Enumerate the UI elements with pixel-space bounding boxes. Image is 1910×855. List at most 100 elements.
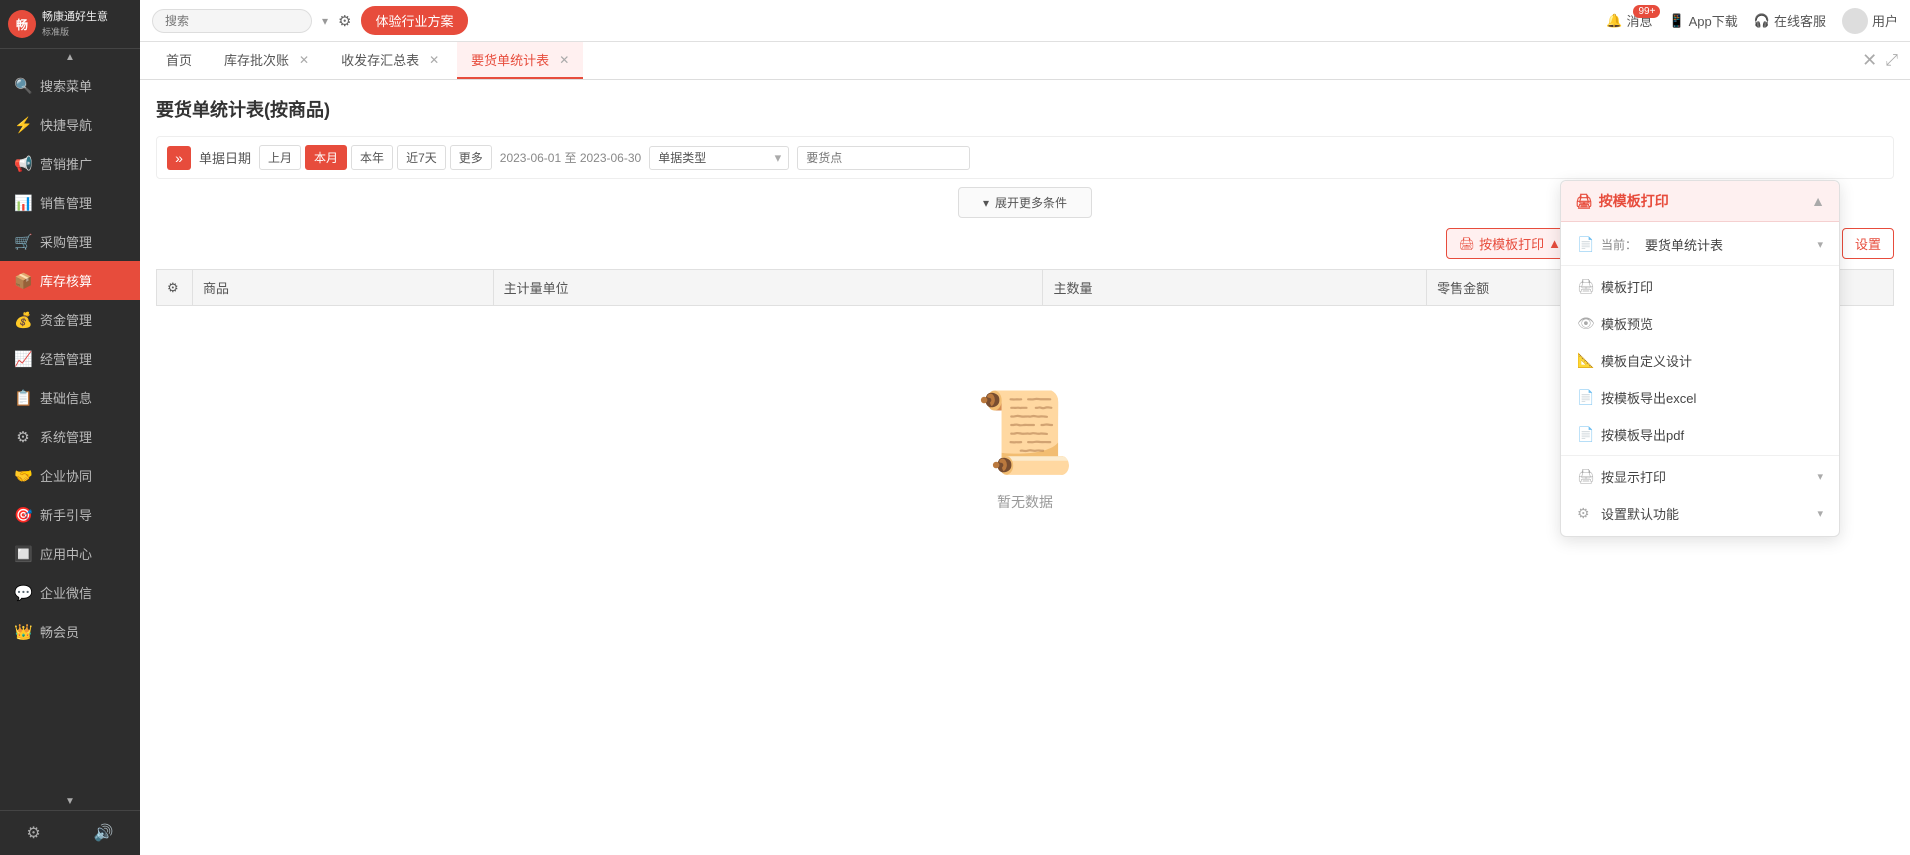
header-dropdown-arrow[interactable]: ▾ (322, 14, 328, 28)
app-download-item[interactable]: 📱 App下载 (1668, 11, 1737, 30)
sidebar-item-operation[interactable]: 📈经营管理 (0, 339, 140, 378)
scroll-down-arrow[interactable]: ▼ (0, 793, 140, 810)
template-print-item[interactable]: 🖨 模板打印 (1561, 268, 1839, 305)
print-template-btn[interactable]: 🖨 按模板打印 ▲ (1446, 228, 1574, 259)
sidebar-item-shortcut[interactable]: ⚡快捷导航 (0, 105, 140, 144)
set-default-label: 设置默认功能 (1601, 504, 1679, 523)
display-print-item[interactable]: 🖨 按显示打印 ▾ (1561, 458, 1839, 495)
top-header: ▾ ⚙ 体验行业方案 🔔 消息 99+ 📱 App下载 🎧 在线客服 用户 (140, 0, 1910, 42)
print-dropdown: 🖨 按模板打印 ▲ 📄 当前： 要货单统计表 ▾ (1560, 180, 1840, 537)
trial-button[interactable]: 体验行业方案 (361, 6, 467, 35)
filter-expand-btn[interactable]: » (167, 146, 191, 170)
date-btn-近7天[interactable]: 近7天 (397, 145, 446, 170)
type-select-wrap: 单据类型 全部 要货单 (649, 146, 789, 170)
tab-inventory-batch[interactable]: 库存批次账✕ (210, 42, 323, 79)
sidebar-item-member[interactable]: 👑畅会员 (0, 612, 140, 651)
yaohuodian-input[interactable] (797, 146, 970, 170)
cooperation-icon: 🤝 (14, 467, 32, 485)
divider-1 (1561, 265, 1839, 266)
settings-label: 设置 (1855, 234, 1881, 253)
tab-order-stats[interactable]: 要货单统计表✕ (457, 42, 583, 79)
sidebar: 畅 畅康通好生意 标准版 ▲ 🔍搜索菜单⚡快捷导航📢营销推广📊销售管理🛒采购管理… (0, 0, 140, 855)
close-window-btn[interactable]: ✕ (1862, 50, 1877, 71)
search-icon: 🔍 (14, 77, 32, 95)
date-btn-上月[interactable]: 上月 (259, 145, 301, 170)
date-btn-本月[interactable]: 本月 (305, 145, 347, 170)
empty-text: 暂无数据 (997, 492, 1053, 512)
tab-close-receipt-summary[interactable]: ✕ (429, 53, 439, 67)
wechat-icon: 💬 (14, 584, 32, 602)
sidebar-label-finance: 资金管理 (40, 310, 92, 329)
set-default-item[interactable]: ⚙ 设置默认功能 ▾ (1561, 495, 1839, 532)
online-service-item[interactable]: 🎧 在线客服 (1754, 11, 1826, 30)
current-chevron-icon: ▾ (1817, 238, 1823, 251)
col-unit: 主计量单位 (493, 270, 1043, 306)
sidebar-item-inventory[interactable]: 📦库存核算 (0, 261, 140, 300)
finance-icon: 💰 (14, 311, 32, 329)
settings-bottom-btn[interactable]: ⚙ (18, 819, 48, 847)
type-select[interactable]: 单据类型 全部 要货单 (649, 146, 789, 170)
sidebar-label-purchase: 采购管理 (40, 232, 92, 251)
messages-item[interactable]: 🔔 消息 99+ (1606, 11, 1652, 30)
set-default-icon: ⚙ (1577, 505, 1593, 522)
operation-icon: 📈 (14, 350, 32, 368)
sidebar-item-marketing[interactable]: 📢营销推广 (0, 144, 140, 183)
current-label: 当前： (1601, 236, 1637, 253)
expand-more-btn[interactable]: ▾ 展开更多条件 (958, 187, 1092, 218)
sidebar-label-cooperation: 企业协同 (40, 466, 92, 485)
gear-icon[interactable]: ⚙ (338, 12, 351, 30)
user-avatar-item[interactable]: 用户 (1842, 8, 1898, 34)
sidebar-item-finance[interactable]: 💰 资金管理 (0, 300, 140, 339)
sidebar-label-basic: 基础信息 (40, 388, 92, 407)
export-excel-item[interactable]: 📄 按模板导出excel (1561, 379, 1839, 416)
member-icon: 👑 (14, 623, 32, 641)
main-area: ▾ ⚙ 体验行业方案 🔔 消息 99+ 📱 App下载 🎧 在线客服 用户 (140, 0, 1910, 855)
scroll-up-arrow[interactable]: ▲ (0, 49, 140, 66)
headset-icon: 🎧 (1754, 13, 1770, 29)
expand-arrow-icon: ▾ (983, 196, 989, 210)
template-design-label: 模板自定义设计 (1601, 351, 1692, 370)
col-settings: ⚙ (157, 270, 193, 306)
sidebar-item-appstore[interactable]: 🔲应用中心 (0, 534, 140, 573)
table-settings-icon[interactable]: ⚙ (167, 280, 179, 295)
date-btn-更多[interactable]: 更多 (450, 145, 492, 170)
tab-close-inventory-batch[interactable]: ✕ (299, 53, 309, 67)
print-dropdown-close-btn[interactable]: ▲ (1811, 193, 1825, 209)
date-btn-本年[interactable]: 本年 (351, 145, 393, 170)
sidebar-item-search[interactable]: 🔍 搜索菜单 (0, 66, 140, 105)
maximize-btn[interactable]: ⤢ (1885, 52, 1898, 70)
sales-icon: 📊 (14, 194, 32, 212)
sidebar-item-wechat[interactable]: 💬企业微信 (0, 573, 140, 612)
settings-btn[interactable]: 设置 (1842, 228, 1894, 259)
sidebar-item-sales[interactable]: 📊销售管理 (0, 183, 140, 222)
filter-bar: » 单据日期 上月本月本年近7天更多 2023-06-01 至 2023-06-… (156, 136, 1894, 179)
sidebar-item-basic[interactable]: 📋 基础信息 (0, 378, 140, 417)
guide-icon: 🎯 (14, 506, 32, 524)
export-pdf-item[interactable]: 📄 按模板导出pdf (1561, 416, 1839, 453)
print-dropdown-body: 📄 当前： 要货单统计表 ▾ 🖨 模板打印 👁 模板 (1561, 222, 1839, 536)
phone-icon: 📱 (1668, 13, 1684, 29)
printer-icon: 🖨 (1459, 236, 1476, 252)
tab-receipt-summary[interactable]: 收发存汇总表 ✕ (327, 42, 453, 79)
display-print-label: 按显示打印 (1601, 467, 1666, 486)
tab-label-receipt-summary: 收发存汇总表 (341, 50, 419, 69)
current-template-item[interactable]: 📄 当前： 要货单统计表 ▾ (1561, 226, 1839, 263)
tab-home[interactable]: 首页 (152, 42, 206, 79)
sidebar-item-system[interactable]: ⚙系统管理 (0, 417, 140, 456)
template-preview-item[interactable]: 👁 模板预览 (1561, 305, 1839, 342)
basic-icon: 📋 (14, 389, 32, 407)
tab-close-order-stats[interactable]: ✕ (559, 53, 569, 67)
template-design-item[interactable]: 📐 模板自定义设计 (1561, 342, 1839, 379)
appstore-icon: 🔲 (14, 545, 32, 563)
user-name: 用户 (1872, 11, 1898, 30)
sidebar-item-purchase[interactable]: 🛒采购管理 (0, 222, 140, 261)
sidebar-bottom: ⚙ 🔊 (0, 810, 140, 855)
sidebar-label-search: 搜索菜单 (40, 76, 92, 95)
system-icon: ⚙ (14, 428, 32, 446)
sidebar-item-cooperation[interactable]: 🤝 企业协同 (0, 456, 140, 495)
search-input[interactable] (152, 9, 312, 33)
tab-label-home: 首页 (166, 50, 192, 69)
audio-bottom-btn[interactable]: 🔊 (86, 819, 122, 847)
sidebar-item-guide[interactable]: 🎯新手引导 (0, 495, 140, 534)
template-print-label: 模板打印 (1601, 277, 1653, 296)
